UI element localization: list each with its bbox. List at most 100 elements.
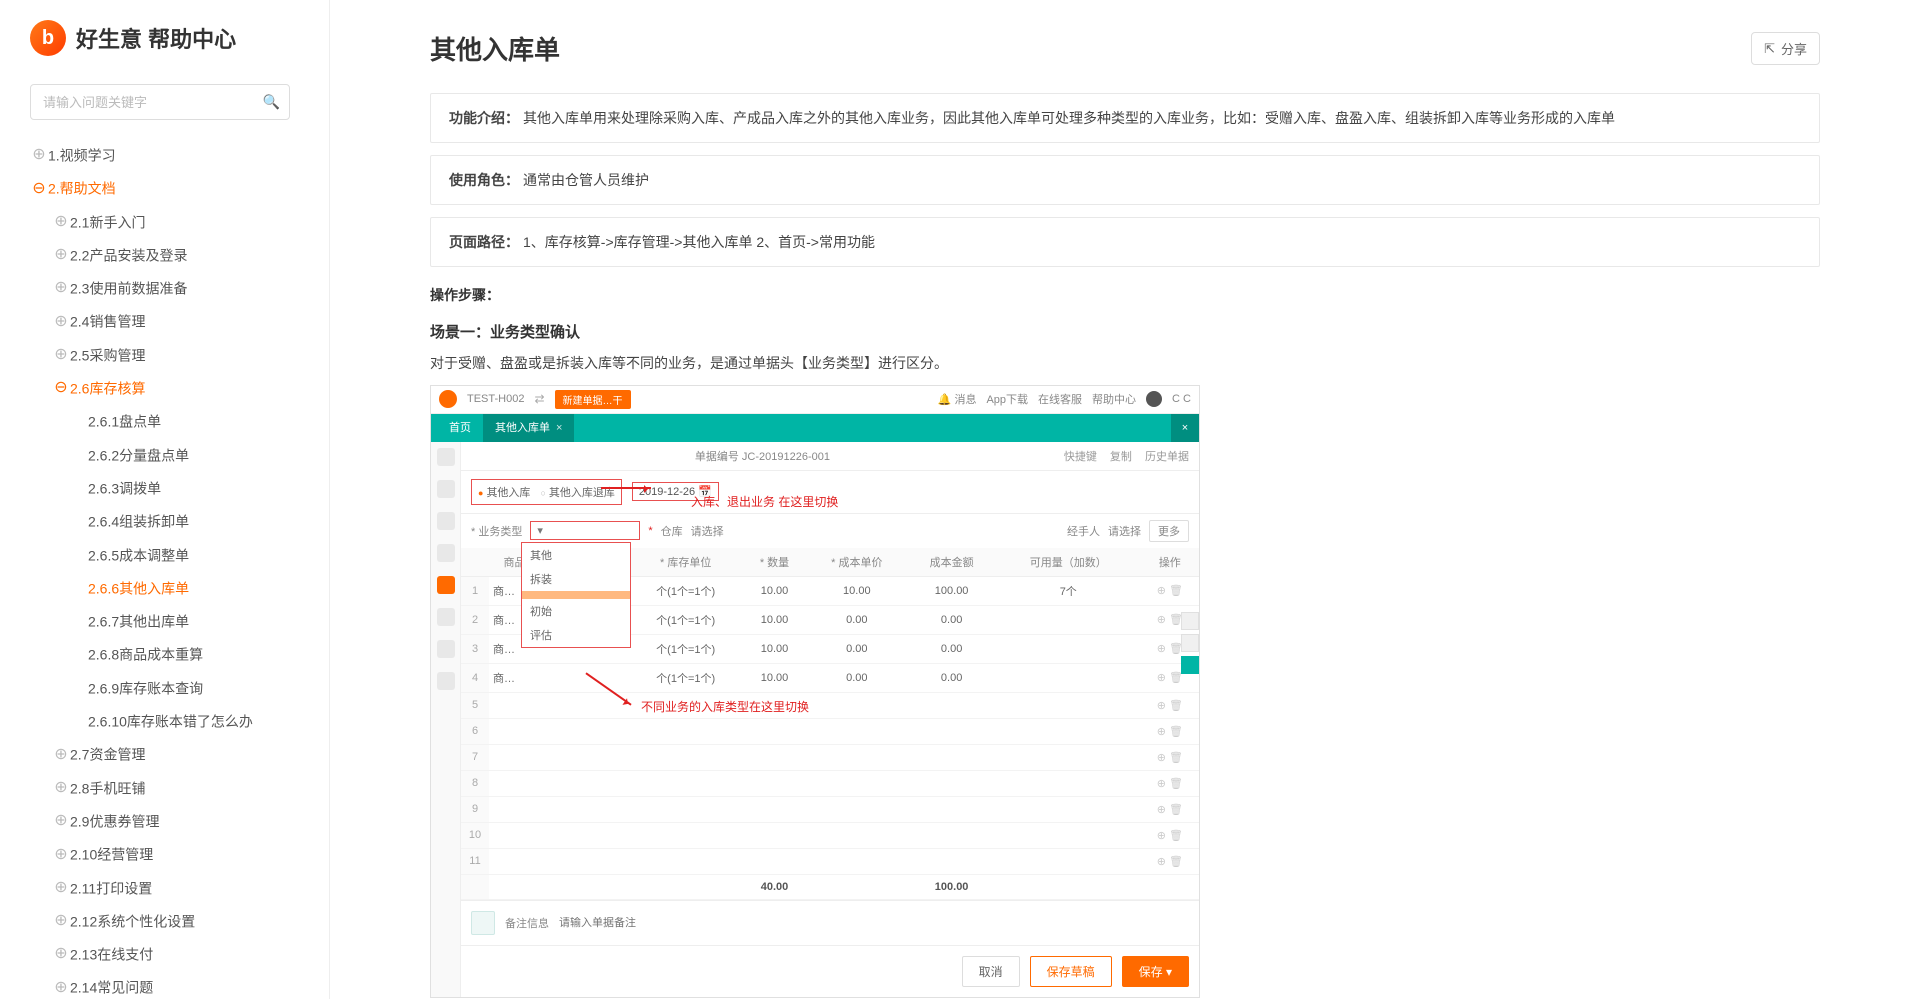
scene1-title: 场景一：业务类型确认 bbox=[430, 321, 1820, 342]
warehouse-value[interactable]: 请选择 bbox=[691, 523, 724, 539]
menu-item[interactable]: 初始 bbox=[522, 599, 630, 623]
nav-tree: 1.视频学习 2.帮助文档 2.1新手入门 2.2产品安装及登录 2.3使用前数… bbox=[30, 138, 329, 999]
save-draft-button[interactable]: 保存草稿 bbox=[1030, 956, 1112, 987]
cancel-button[interactable]: 取消 bbox=[962, 956, 1020, 987]
nav-item-2-6-4[interactable]: 2.6.4组装拆卸单 bbox=[30, 504, 329, 537]
nav-item-2-11[interactable]: 2.11打印设置 bbox=[30, 871, 329, 904]
table-row-empty[interactable]: 6⊕ 🗑 bbox=[461, 718, 1199, 744]
user-name: C C bbox=[1172, 393, 1191, 405]
main-content: 其他入库单 ⇱ 分享 功能介绍：其他入库单用来处理除采购入库、产成品入库之外的其… bbox=[330, 0, 1920, 999]
table-row[interactable]: 4商…个(1个=1个)10.000.000.00⊕ 🗑 bbox=[461, 663, 1199, 692]
top-link-msg[interactable]: 🔔 消息 bbox=[938, 391, 977, 407]
th-ops: 操作 bbox=[1141, 548, 1199, 577]
docno-value: JC-20191226-001 bbox=[742, 451, 830, 463]
nav-item-2-4[interactable]: 2.4销售管理 bbox=[30, 304, 329, 337]
menu-item[interactable]: 拆装 bbox=[522, 567, 630, 591]
plus-icon bbox=[52, 306, 70, 338]
nav-item-2-6-5[interactable]: 2.6.5成本调整单 bbox=[30, 538, 329, 571]
top-link-help[interactable]: 在线客服 bbox=[1038, 391, 1082, 407]
table-row-empty[interactable]: 7⊕ 🗑 bbox=[461, 744, 1199, 770]
rail-icon[interactable] bbox=[437, 672, 455, 690]
nav-item-2-5[interactable]: 2.5采购管理 bbox=[30, 338, 329, 371]
table-row-empty[interactable]: 11⊕ 🗑 bbox=[461, 848, 1199, 874]
more-button[interactable]: 更多 bbox=[1149, 520, 1189, 542]
nav-item-2-6-3[interactable]: 2.6.3调拨单 bbox=[30, 471, 329, 504]
plus-icon bbox=[52, 239, 70, 271]
rail-icon[interactable] bbox=[437, 480, 455, 498]
menu-item[interactable]: 其他 bbox=[522, 543, 630, 567]
rail-icon-active[interactable] bbox=[437, 576, 455, 594]
table-row-empty[interactable]: 8⊕ 🗑 bbox=[461, 770, 1199, 796]
plus-icon bbox=[52, 272, 70, 304]
doc-type-radio[interactable]: 其他入库 其他入库退库 bbox=[471, 479, 622, 505]
tool-icon[interactable] bbox=[1181, 634, 1199, 652]
biz-type-dropdown[interactable]: ▾ bbox=[530, 521, 640, 540]
nav-item-2-12[interactable]: 2.12系统个性化设置 bbox=[30, 904, 329, 937]
quicklink-history[interactable]: 历史单据 bbox=[1145, 451, 1189, 463]
quicklink-copy[interactable]: 复制 bbox=[1110, 451, 1132, 463]
nav-item-2-6-9[interactable]: 2.6.9库存账本查询 bbox=[30, 671, 329, 704]
remark-input[interactable] bbox=[559, 917, 1189, 929]
rail-icon[interactable] bbox=[437, 640, 455, 658]
nav-item-2-3[interactable]: 2.3使用前数据准备 bbox=[30, 271, 329, 304]
nav-item-2-13[interactable]: 2.13在线支付 bbox=[30, 937, 329, 970]
plus-icon bbox=[52, 839, 70, 871]
handler-value[interactable]: 请选择 bbox=[1108, 523, 1141, 539]
tool-icon-active[interactable] bbox=[1181, 656, 1199, 674]
top-link-center[interactable]: 帮助中心 bbox=[1092, 391, 1136, 407]
nav-item-2-6-7[interactable]: 2.6.7其他出库单 bbox=[30, 604, 329, 637]
quicklink-keys[interactable]: 快捷键 bbox=[1064, 451, 1097, 463]
avatar-icon[interactable] bbox=[1146, 391, 1162, 407]
handler-label: 经手人 bbox=[1067, 523, 1100, 539]
app-logo-icon bbox=[439, 390, 457, 408]
total-amt: 100.00 bbox=[907, 874, 996, 899]
share-button[interactable]: ⇱ 分享 bbox=[1751, 32, 1820, 65]
nav-item-video[interactable]: 1.视频学习 bbox=[30, 138, 329, 171]
tabs-close-icon[interactable]: × bbox=[1171, 414, 1199, 442]
th-qty: * 数量 bbox=[743, 548, 807, 577]
radio-in[interactable]: 其他入库 bbox=[478, 484, 530, 500]
search-input[interactable] bbox=[30, 84, 290, 120]
tab-home[interactable]: 首页 bbox=[437, 414, 483, 442]
nav-item-2-8[interactable]: 2.8手机旺铺 bbox=[30, 771, 329, 804]
nav-item-2-2[interactable]: 2.2产品安装及登录 bbox=[30, 238, 329, 271]
table-row-empty[interactable]: 9⊕ 🗑 bbox=[461, 796, 1199, 822]
steps-title: 操作步骤： bbox=[430, 285, 1820, 305]
nav-item-2-9[interactable]: 2.9优惠券管理 bbox=[30, 804, 329, 837]
scene1-text: 对于受赠、盘盈或是拆装入库等不同的业务，是通过单据头【业务类型】进行区分。 bbox=[430, 350, 1820, 377]
nav-item-2-6[interactable]: 2.6库存核算 bbox=[30, 371, 329, 404]
table-row-empty[interactable]: 10⊕ 🗑 bbox=[461, 822, 1199, 848]
rail-icon[interactable] bbox=[437, 448, 455, 466]
app-toolbar: 其他入库 其他入库退库 2019-12-26 📅 入库、退出业务 在这里切换 bbox=[461, 471, 1199, 514]
top-link-app[interactable]: App下载 bbox=[986, 391, 1028, 407]
nav-item-2-6-1[interactable]: 2.6.1盘点单 bbox=[30, 404, 329, 437]
save-button[interactable]: 保存 ▾ bbox=[1122, 956, 1189, 987]
title-bar: 其他入库单 ⇱ 分享 bbox=[430, 30, 1820, 67]
nav-item-2-6-8[interactable]: 2.6.8商品成本重算 bbox=[30, 637, 329, 670]
nav-item-2-10[interactable]: 2.10经营管理 bbox=[30, 837, 329, 870]
nav-item-2-7[interactable]: 2.7资金管理 bbox=[30, 737, 329, 770]
nav-item-2-14[interactable]: 2.14常见问题 bbox=[30, 970, 329, 999]
switch-tenant-icon[interactable]: ⇄ bbox=[534, 392, 544, 406]
tool-icon[interactable] bbox=[1181, 612, 1199, 630]
menu-item[interactable]: 评估 bbox=[522, 623, 630, 647]
rail-icon[interactable] bbox=[437, 608, 455, 626]
menu-item-highlight[interactable] bbox=[522, 591, 630, 599]
nav-item-2-6-10[interactable]: 2.6.10库存账本错了怎么办 bbox=[30, 704, 329, 737]
close-icon[interactable]: × bbox=[556, 422, 562, 434]
nav-item-2-1[interactable]: 2.1新手入门 bbox=[30, 205, 329, 238]
rail-icon[interactable] bbox=[437, 512, 455, 530]
nav-item-2-6-2[interactable]: 2.6.2分量盘点单 bbox=[30, 438, 329, 471]
warehouse-label: 仓库 bbox=[661, 523, 683, 539]
tab-current[interactable]: 其他入库单× bbox=[483, 414, 574, 442]
info-intro: 功能介绍：其他入库单用来处理除采购入库、产成品入库之外的其他入库业务，因此其他入… bbox=[430, 93, 1820, 143]
nav-item-2-6-6[interactable]: 2.6.6其他入库单 bbox=[30, 571, 329, 604]
table-row-empty[interactable]: 5⊕ 🗑 bbox=[461, 692, 1199, 718]
biz-type-menu: 其他 拆装 初始 评估 bbox=[521, 542, 631, 648]
new-order-button[interactable]: 新建单据…干 bbox=[555, 390, 631, 409]
nav-item-docs[interactable]: 2.帮助文档 bbox=[30, 171, 329, 204]
rail-icon[interactable] bbox=[437, 544, 455, 562]
plus-icon bbox=[52, 872, 70, 904]
page-title: 其他入库单 bbox=[430, 30, 560, 67]
search-icon[interactable]: 🔍 bbox=[263, 94, 280, 111]
